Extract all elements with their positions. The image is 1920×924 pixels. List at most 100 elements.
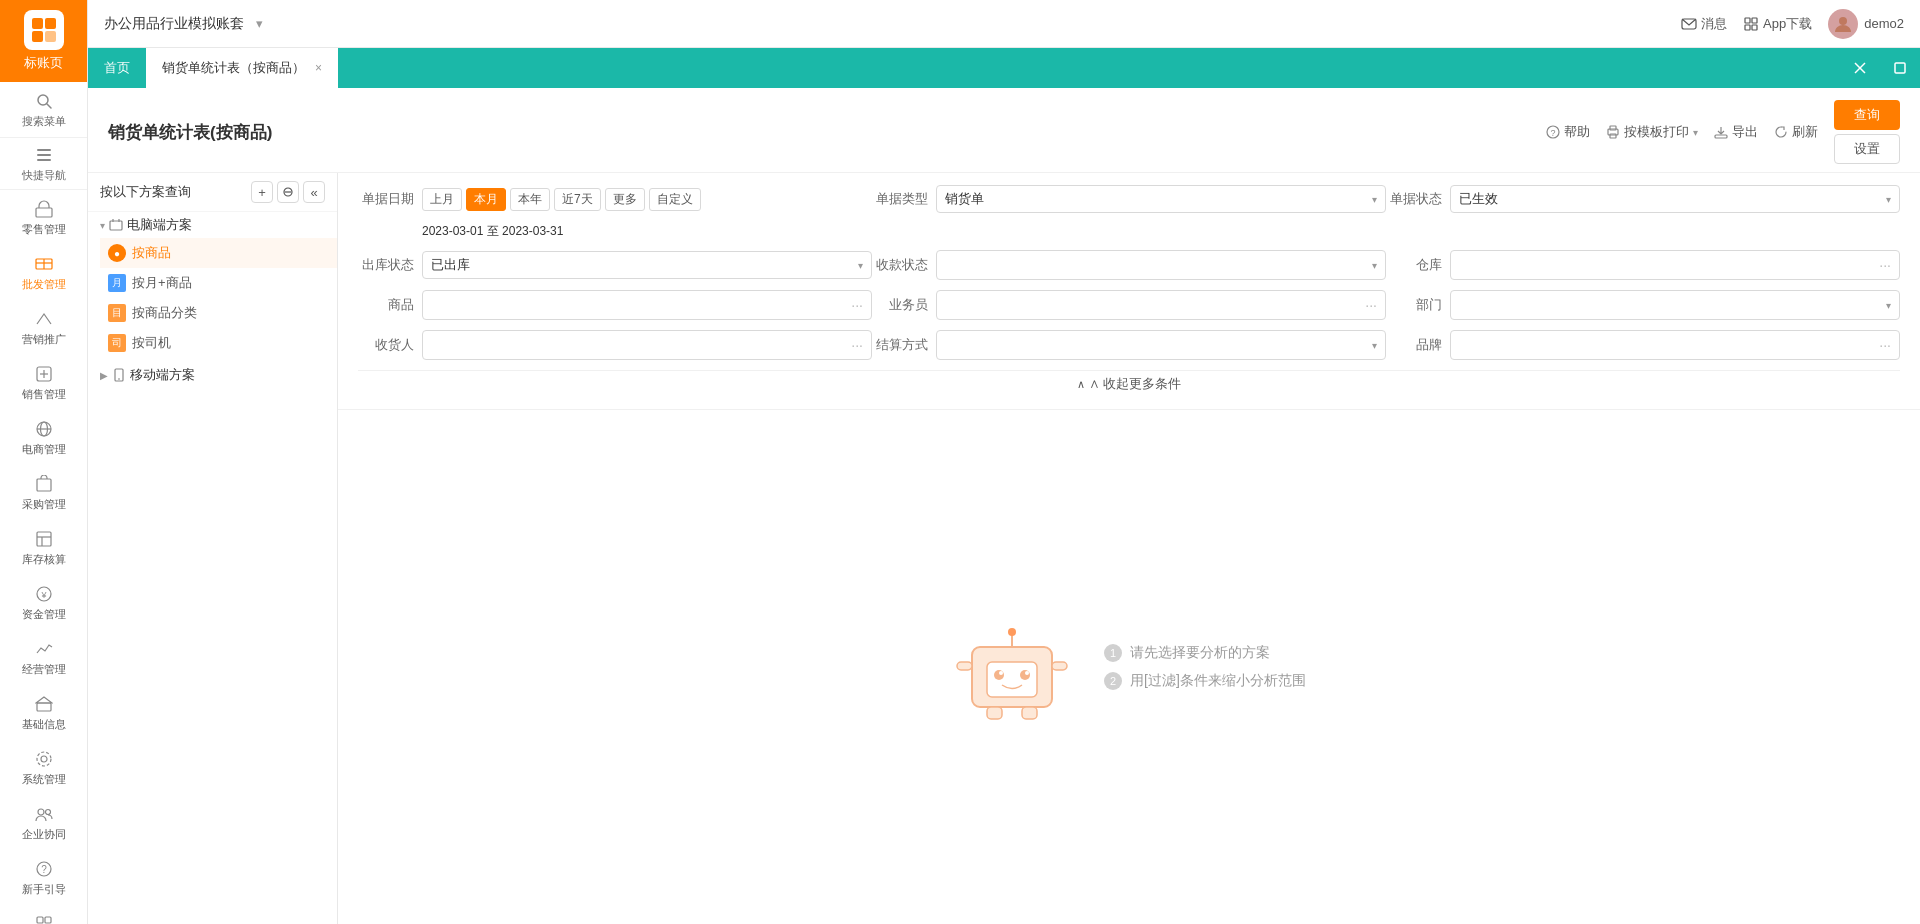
date-btn-more[interactable]: 更多 (605, 188, 645, 211)
plan-month-icon: 月 (108, 274, 126, 292)
out-status-select[interactable]: 已出库 ▾ (422, 251, 872, 279)
sidebar-item-inventory[interactable]: 库存核算 (0, 520, 87, 575)
collapse-panel-btn[interactable]: « (303, 181, 325, 203)
sidebar-logo[interactable]: 标账页 (0, 0, 87, 82)
svg-rect-25 (37, 703, 51, 711)
tabbar-winbtns (1840, 48, 1920, 88)
refresh-action[interactable]: 刷新 (1774, 123, 1818, 141)
print-chevron[interactable]: ▾ (1693, 127, 1698, 138)
sidebar-item-collab[interactable]: 企业协同 (0, 795, 87, 850)
setting-button[interactable]: 设置 (1834, 134, 1900, 164)
sidebar-logo-text: 标账页 (24, 54, 63, 72)
topbar: 办公用品行业模拟账套 ▾ 消息 App下载 (88, 0, 1920, 48)
tab-home[interactable]: 首页 (88, 48, 146, 88)
sidebar-item-base[interactable]: 基础信息 (0, 685, 87, 740)
plan-item-by-category[interactable]: 目 按商品分类 (100, 298, 337, 328)
svg-rect-3 (45, 31, 56, 42)
apps-icon (33, 913, 55, 924)
topbar-chevron[interactable]: ▾ (256, 16, 263, 31)
topbar-user[interactable]: demo2 (1828, 9, 1904, 39)
mobile-group-header[interactable]: ▶ 移动端方案 (88, 358, 337, 388)
sidebar-item-ops[interactable]: 经营管理 (0, 630, 87, 685)
print-action[interactable]: 按模板打印 ▾ (1606, 123, 1698, 141)
salesman-dots[interactable]: ··· (1365, 297, 1377, 313)
sidebar-item-base-label: 基础信息 (22, 717, 66, 732)
date-btn-this-year[interactable]: 本年 (510, 188, 550, 211)
brand-input[interactable]: ··· (1450, 330, 1900, 360)
bill-status-select[interactable]: 已生效 ▾ (1450, 185, 1900, 213)
svg-point-29 (38, 809, 44, 815)
sidebar-item-marketing[interactable]: 营销推广 (0, 300, 87, 355)
recv-status-select[interactable]: ▾ (936, 250, 1386, 280)
date-btn-last-month[interactable]: 上月 (422, 188, 462, 211)
plan-item-by-goods[interactable]: ● 按商品 (100, 238, 337, 268)
bill-type-value: 销货单 (945, 190, 984, 208)
filter-receiver-cell: 收货人 ··· (358, 330, 872, 360)
warehouse-label: 仓库 (1386, 256, 1442, 274)
win-maximize-btn[interactable] (1880, 48, 1920, 88)
receiver-input[interactable]: ··· (422, 330, 872, 360)
filter-recv-status-cell: 收款状态 ▾ (872, 250, 1386, 280)
sidebar: 标账页 搜索菜单 快捷导航 零售管理 (0, 0, 88, 924)
svg-rect-62 (987, 662, 1037, 697)
sidebar-item-sales-label: 销售管理 (22, 387, 66, 402)
goods-input[interactable]: ··· (422, 290, 872, 320)
svg-rect-70 (1052, 662, 1067, 670)
help-action[interactable]: ? 帮助 (1546, 123, 1590, 141)
help-label: 帮助 (1564, 123, 1590, 141)
win-close-btn[interactable] (1840, 48, 1880, 88)
topbar-app-btn[interactable]: App下载 (1743, 15, 1812, 33)
svg-rect-42 (1745, 25, 1750, 30)
receiver-dots[interactable]: ··· (851, 337, 863, 353)
salesman-input[interactable]: ··· (936, 290, 1386, 320)
date-btn-this-month[interactable]: 本月 (466, 188, 506, 211)
sidebar-item-system[interactable]: 系统管理 (0, 740, 87, 795)
sidebar-item-wholesale[interactable]: 批发管理 (0, 245, 87, 300)
tab-active[interactable]: 销货单统计表（按商品） × (146, 48, 338, 88)
brand-dots[interactable]: ··· (1879, 337, 1891, 353)
sidebar-item-sales[interactable]: 销售管理 (0, 355, 87, 410)
sidebar-item-finance[interactable]: ¥ 资金管理 (0, 575, 87, 630)
desktop-group-header[interactable]: ▾ 电脑端方案 (88, 212, 337, 238)
date-btn-7days[interactable]: 近7天 (554, 188, 601, 211)
bill-type-select[interactable]: 销货单 ▾ (936, 185, 1386, 213)
settle-select[interactable]: ▾ (936, 330, 1386, 360)
mobile-group: ▶ 移动端方案 (88, 358, 337, 388)
export-action[interactable]: 导出 (1714, 123, 1758, 141)
tab-close-btn[interactable]: × (315, 61, 322, 75)
collapse-btn[interactable]: ∧ ∧ 收起更多条件 (1077, 375, 1182, 393)
svg-point-30 (45, 810, 50, 815)
query-button[interactable]: 查询 (1834, 100, 1900, 130)
export-label: 导出 (1732, 123, 1758, 141)
svg-rect-34 (45, 917, 51, 923)
warehouse-dots[interactable]: ··· (1879, 257, 1891, 273)
date-label: 单据日期 (358, 190, 414, 208)
sidebar-item-purchase[interactable]: 采购管理 (0, 465, 87, 520)
svg-rect-53 (1715, 135, 1727, 138)
plan-item-by-driver[interactable]: 司 按司机 (100, 328, 337, 358)
left-panel: 按以下方案查询 + « ▾ (88, 173, 338, 924)
date-btn-custom[interactable]: 自定义 (649, 188, 701, 211)
edit-plan-btn[interactable] (277, 181, 299, 203)
sidebar-item-apps[interactable]: 应用中心 (0, 905, 87, 924)
sidebar-item-newbie-label: 新手引导 (22, 882, 66, 897)
plan-item-by-driver-label: 按司机 (132, 334, 171, 352)
sidebar-search-item[interactable]: 搜索菜单 (0, 82, 87, 138)
svg-rect-33 (37, 917, 43, 923)
svg-rect-72 (1022, 707, 1037, 719)
dept-select[interactable]: ▾ (1450, 290, 1900, 320)
sidebar-nav-item[interactable]: 快捷导航 (0, 138, 87, 190)
goods-dots[interactable]: ··· (851, 297, 863, 313)
svg-point-63 (994, 670, 1004, 680)
sidebar-item-newbie[interactable]: ? 新手引导 (0, 850, 87, 905)
tip-num-2: 2 (1104, 672, 1122, 690)
retail-icon (33, 198, 55, 220)
topbar-msg-btn[interactable]: 消息 (1681, 15, 1727, 33)
add-plan-btn[interactable]: + (251, 181, 273, 203)
sidebar-item-retail[interactable]: 零售管理 (0, 190, 87, 245)
filter-bill-status-cell: 单据状态 已生效 ▾ (1386, 185, 1900, 213)
sidebar-item-ecommerce[interactable]: 电商管理 (0, 410, 87, 465)
svg-text:?: ? (41, 864, 47, 875)
plan-item-by-month[interactable]: 月 按月+商品 (100, 268, 337, 298)
warehouse-input[interactable]: ··· (1450, 250, 1900, 280)
